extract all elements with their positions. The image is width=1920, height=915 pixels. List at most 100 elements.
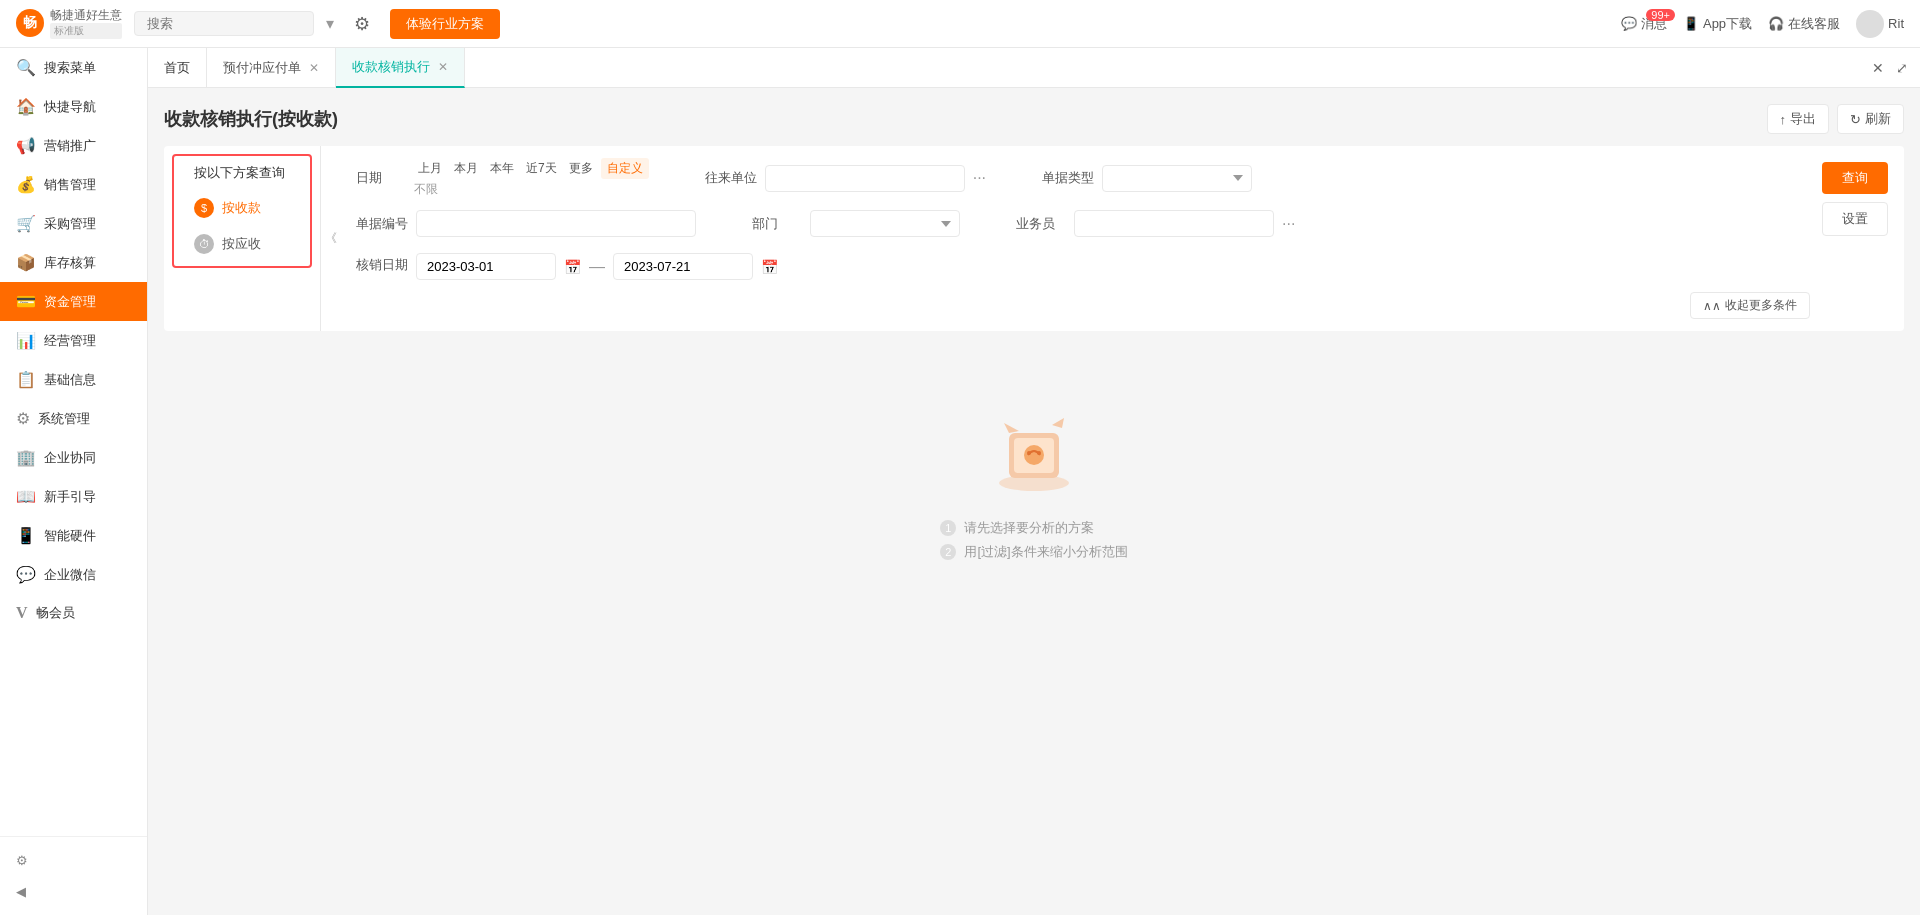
salesperson-label: 业务员 [1016,215,1066,233]
step-1-num: 1 [940,520,956,536]
sidebar-item-inventory[interactable]: 📦 库存核算 [0,243,147,282]
sidebar-item-label: 采购管理 [44,215,96,233]
date-shortcut-more[interactable]: 更多 [565,158,597,179]
verify-date-end-input[interactable] [613,253,753,280]
sidebar-item-system[interactable]: ⚙ 系统管理 [0,399,147,438]
sidebar-item-collab[interactable]: 🏢 企业协同 [0,438,147,477]
chevron-left-icon: 《 [325,230,337,247]
verify-date-start-input[interactable] [416,253,556,280]
sidebar-item-label: 资金管理 [44,293,96,311]
tab-bar-actions: ✕ ⤢ [1860,56,1920,80]
service-icon: 🎧 [1768,16,1784,31]
doc-num-input[interactable] [416,210,696,237]
sidebar-item-marketing[interactable]: 📢 营销推广 [0,126,147,165]
filter-row-3: 核销日期 📅 — 📅 [356,249,1810,280]
sidebar-item-label: 新手引导 [44,488,96,506]
sidebar-settings-btn[interactable]: ⚙ [0,845,147,876]
settings-set-btn[interactable]: 设置 [1822,202,1888,236]
date-shortcut-7days[interactable]: 近7天 [522,158,561,179]
industry-btn[interactable]: 体验行业方案 [390,9,500,39]
end-calendar-icon[interactable]: 📅 [761,259,778,275]
filter-option-by-receivable[interactable]: ⏱ 按应收 [178,226,306,262]
filter-row-2: 单据编号 部门 [356,210,1810,237]
search-dropdown-icon[interactable]: ▾ [326,14,334,33]
tab-expand-btn[interactable]: ⤢ [1892,56,1912,80]
settings-icon: ⚙ [16,853,28,868]
filter-sidebar-border: 按以下方案查询 $ 按收款 ⏱ 按应收 [172,154,312,268]
tab-prepay[interactable]: 预付冲应付单 ✕ [207,48,336,88]
sidebar-collapse-btn[interactable]: ◀ [0,876,147,907]
tab-receipt-verify[interactable]: 收款核销执行 ✕ [336,48,465,88]
svg-point-3 [1024,445,1044,465]
collapse-row: ∧∧ 收起更多条件 [356,292,1810,319]
sidebar-item-label: 经营管理 [44,332,96,350]
message-icon: 💬 [1621,16,1637,31]
receivable-icon: ⏱ [194,234,214,254]
tab-receipt-verify-close-icon[interactable]: ✕ [438,60,448,74]
marketing-icon: 📢 [16,136,36,155]
system-icon: ⚙ [16,409,30,428]
sidebar-item-finance[interactable]: 💳 资金管理 [0,282,147,321]
sidebar-item-label: 营销推广 [44,137,96,155]
doc-type-select[interactable] [1102,165,1252,192]
sidebar-item-purchase[interactable]: 🛒 采购管理 [0,204,147,243]
sidebar-item-quick-nav[interactable]: 🏠 快捷导航 [0,87,147,126]
filter-option-by-receipt[interactable]: $ 按收款 [178,190,306,226]
guide-icon: 📖 [16,487,36,506]
sidebar-item-label: 销售管理 [44,176,96,194]
sidebar-item-label: 快捷导航 [44,98,96,116]
sidebar-item-management[interactable]: 📊 经营管理 [0,321,147,360]
doc-type-label: 单据类型 [1042,169,1094,187]
service-btn[interactable]: 🎧 在线客服 [1768,15,1840,33]
sidebar-item-guide[interactable]: 📖 新手引导 [0,477,147,516]
sidebar-item-label: 畅会员 [36,604,75,622]
filter-form-inner: 日期 上月 本月 本年 近7天 更多 自定义 [356,158,1888,319]
collapse-more-btn[interactable]: ∧∧ 收起更多条件 [1690,292,1810,319]
tab-prepay-close-icon[interactable]: ✕ [309,61,319,75]
export-label: 导出 [1790,110,1816,128]
sidebar-item-hardware[interactable]: 📱 智能硬件 [0,516,147,555]
date-range: 📅 — 📅 [416,253,778,280]
sidebar-item-sales[interactable]: 💰 销售管理 [0,165,147,204]
page-content: 收款核销执行(按收款) ↑ 导出 ↻ 刷新 按以下方案 [148,88,1920,915]
counterparty-ellipsis-icon[interactable]: ··· [973,169,986,187]
date-shortcut-this-month[interactable]: 本月 [450,158,482,179]
salesperson-ellipsis-icon[interactable]: ··· [1282,215,1295,233]
date-shortcut-last-month[interactable]: 上月 [414,158,446,179]
query-btn[interactable]: 查询 [1822,162,1888,194]
empty-step-2-text: 用[过滤]条件来缩小分析范围 [964,543,1127,561]
doc-num-label: 单据编号 [356,215,408,233]
sidebar-item-label: 系统管理 [38,410,90,428]
start-calendar-icon[interactable]: 📅 [564,259,581,275]
tab-close-all-btn[interactable]: ✕ [1868,56,1888,80]
basic-info-icon: 📋 [16,370,36,389]
collab-icon: 🏢 [16,448,36,467]
collapse-icon: ◀ [16,884,26,899]
sidebar-item-search[interactable]: 🔍 搜索菜单 [0,48,147,87]
export-btn[interactable]: ↑ 导出 [1767,104,1830,134]
brand-icon: 畅 [16,9,44,37]
brand-info: 畅捷通好生意 标准版 [50,8,122,38]
refresh-btn[interactable]: ↻ 刷新 [1837,104,1904,134]
page-header: 收款核销执行(按收款) ↑ 导出 ↻ 刷新 [164,104,1904,134]
app-download-btn[interactable]: 📱 App下载 [1683,15,1752,33]
top-search-input[interactable] [134,11,314,36]
sidebar-item-member[interactable]: V 畅会员 [0,594,147,632]
sidebar-item-basic-info[interactable]: 📋 基础信息 [0,360,147,399]
tab-home[interactable]: 首页 [148,48,207,88]
settings-gear-btn[interactable]: ⚙ [346,8,378,40]
message-btn[interactable]: 💬 消息 99+ [1621,15,1667,33]
dept-select[interactable] [810,210,960,237]
sidebar-item-wechat[interactable]: 💬 企业微信 [0,555,147,594]
finance-icon: 💳 [16,292,36,311]
filter-sidebar-title: 按以下方案查询 [178,160,306,190]
date-shortcuts: 上月 本月 本年 近7天 更多 自定义 [414,158,649,179]
date-shortcut-this-year[interactable]: 本年 [486,158,518,179]
salesperson-input[interactable] [1074,210,1274,237]
date-shortcut-custom[interactable]: 自定义 [601,158,649,179]
tab-receipt-verify-label: 收款核销执行 [352,58,430,76]
filter-collapse-toggle[interactable]: 《 [320,146,340,331]
user-btn[interactable]: Rit [1856,10,1904,38]
sidebar-bottom: ⚙ ◀ [0,836,147,915]
counterparty-input[interactable] [765,165,965,192]
